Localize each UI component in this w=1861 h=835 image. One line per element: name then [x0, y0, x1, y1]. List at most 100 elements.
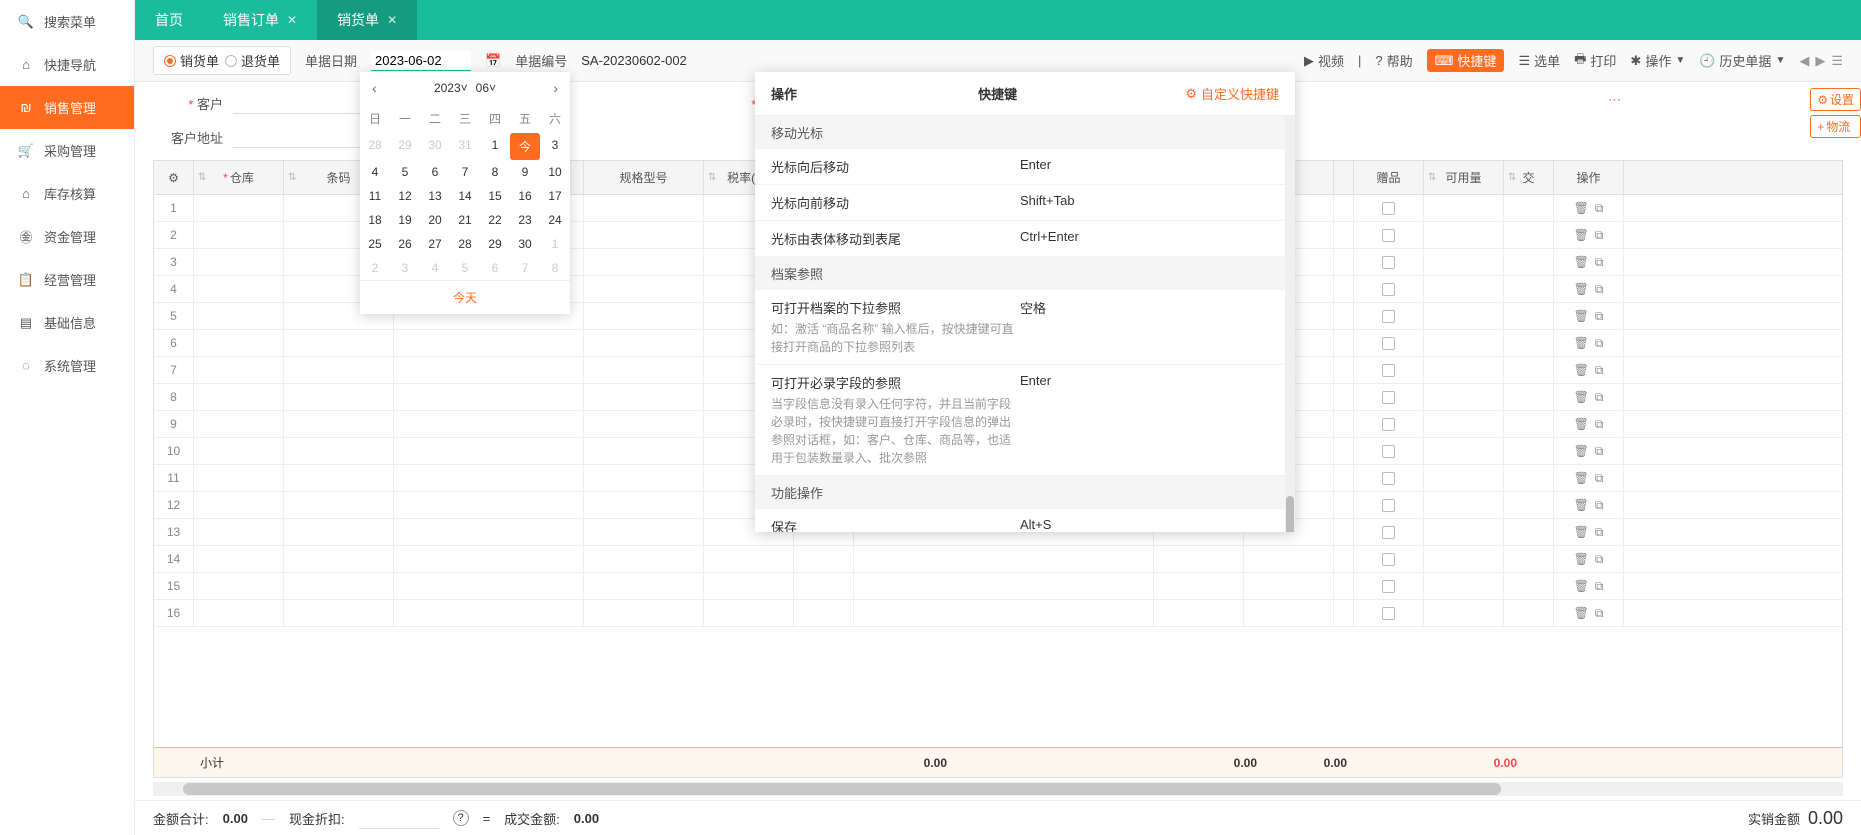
close-icon[interactable]: ✕: [287, 13, 297, 27]
copy-icon[interactable]: ⧉: [1595, 201, 1604, 216]
menu-icon[interactable]: ☰: [1831, 53, 1843, 69]
gift-checkbox[interactable]: [1382, 553, 1395, 566]
gift-checkbox[interactable]: [1382, 229, 1395, 242]
col-store[interactable]: ⇅*仓库: [194, 161, 284, 194]
delete-icon[interactable]: 🗑: [1574, 228, 1589, 242]
copy-icon[interactable]: ⧉: [1595, 444, 1604, 459]
date-input[interactable]: [371, 51, 471, 71]
cal-day[interactable]: 7: [510, 256, 540, 280]
cal-day[interactable]: 30: [510, 232, 540, 256]
copy-icon[interactable]: ⧉: [1595, 228, 1604, 243]
col-gear[interactable]: ⚙: [154, 161, 194, 194]
delete-icon[interactable]: 🗑: [1574, 498, 1589, 512]
gift-checkbox[interactable]: [1382, 418, 1395, 431]
cal-day[interactable]: 26: [390, 232, 420, 256]
cal-day[interactable]: 6: [480, 256, 510, 280]
delete-icon[interactable]: 🗑: [1574, 525, 1589, 539]
delete-icon[interactable]: 🗑: [1574, 552, 1589, 566]
cal-day[interactable]: 2: [360, 256, 390, 280]
col-deliv[interactable]: ⇅交: [1504, 161, 1554, 194]
cal-day[interactable]: 29: [390, 133, 420, 160]
cal-month-select[interactable]: 06˅: [476, 81, 496, 95]
cal-day[interactable]: 5: [450, 256, 480, 280]
cal-day[interactable]: 1: [540, 232, 570, 256]
cal-day[interactable]: 19: [390, 208, 420, 232]
delete-icon[interactable]: 🗑: [1574, 417, 1589, 431]
copy-icon[interactable]: ⧉: [1595, 255, 1604, 270]
cal-day[interactable]: 17: [540, 184, 570, 208]
cal-day[interactable]: 28: [450, 232, 480, 256]
sidebar-item-7[interactable]: ▤基础信息: [0, 301, 134, 344]
cal-day[interactable]: 18: [360, 208, 390, 232]
gift-checkbox[interactable]: [1382, 337, 1395, 350]
help-link[interactable]: ?帮助: [1375, 51, 1412, 70]
more-icon[interactable]: ⋯: [1608, 92, 1621, 108]
pick-button[interactable]: ☰选单: [1518, 51, 1560, 70]
cal-day[interactable]: 今: [510, 133, 540, 160]
cal-day[interactable]: 7: [450, 160, 480, 184]
calendar-icon[interactable]: 📅: [485, 53, 501, 69]
sidebar-item-0[interactable]: 🔍搜索菜单: [0, 0, 134, 43]
sidebar-item-8[interactable]: ◌系统管理: [0, 344, 134, 387]
cal-day[interactable]: 4: [420, 256, 450, 280]
cal-day[interactable]: 3: [390, 256, 420, 280]
delete-icon[interactable]: 🗑: [1574, 255, 1589, 269]
cal-day[interactable]: 31: [450, 133, 480, 160]
copy-icon[interactable]: ⧉: [1595, 552, 1604, 567]
delete-icon[interactable]: 🗑: [1574, 390, 1589, 404]
copy-icon[interactable]: ⧉: [1595, 525, 1604, 540]
discount-input[interactable]: [359, 807, 439, 829]
table-row[interactable]: 16 🗑⧉: [154, 600, 1842, 627]
tab-0[interactable]: 首页: [135, 0, 203, 40]
gift-checkbox[interactable]: [1382, 499, 1395, 512]
gift-checkbox[interactable]: [1382, 202, 1395, 215]
copy-icon[interactable]: ⧉: [1595, 471, 1604, 486]
cal-day[interactable]: 8: [480, 160, 510, 184]
col-avail[interactable]: ⇅可用量: [1424, 161, 1504, 194]
delete-icon[interactable]: 🗑: [1574, 201, 1589, 215]
close-icon[interactable]: ✕: [387, 13, 397, 27]
copy-icon[interactable]: ⧉: [1595, 336, 1604, 351]
table-row[interactable]: 15 🗑⧉: [154, 573, 1842, 600]
cal-day[interactable]: 3: [540, 133, 570, 160]
gift-checkbox[interactable]: [1382, 256, 1395, 269]
copy-icon[interactable]: ⧉: [1595, 579, 1604, 594]
logistics-button[interactable]: +物流: [1810, 115, 1861, 138]
cal-day[interactable]: 29: [480, 232, 510, 256]
cal-day[interactable]: 16: [510, 184, 540, 208]
sc-scrollbar[interactable]: [1285, 116, 1295, 532]
radio-sale[interactable]: 销货单: [164, 51, 219, 70]
gift-checkbox[interactable]: [1382, 472, 1395, 485]
cal-day[interactable]: 21: [450, 208, 480, 232]
help-icon[interactable]: ?: [453, 810, 469, 826]
gift-checkbox[interactable]: [1382, 526, 1395, 539]
scrollbar-thumb[interactable]: [1286, 496, 1294, 532]
col-gift[interactable]: 赠品: [1354, 161, 1424, 194]
delete-icon[interactable]: 🗑: [1574, 336, 1589, 350]
cal-day[interactable]: 4: [360, 160, 390, 184]
cal-day[interactable]: 12: [390, 184, 420, 208]
copy-icon[interactable]: ⧉: [1595, 606, 1604, 621]
settings-button[interactable]: ⚙设置: [1810, 88, 1861, 111]
copy-icon[interactable]: ⧉: [1595, 282, 1604, 297]
sidebar-item-2[interactable]: ₪销售管理: [0, 86, 134, 129]
shortcuts-button[interactable]: ⌨快捷键: [1427, 49, 1505, 72]
horizontal-scrollbar[interactable]: [153, 782, 1843, 796]
cal-day[interactable]: 27: [420, 232, 450, 256]
cal-day[interactable]: 22: [480, 208, 510, 232]
gift-checkbox[interactable]: [1382, 445, 1395, 458]
cal-day[interactable]: 8: [540, 256, 570, 280]
prev-icon[interactable]: ◀: [1799, 53, 1809, 69]
cal-next-icon[interactable]: ›: [553, 80, 558, 96]
cal-day[interactable]: 25: [360, 232, 390, 256]
video-link[interactable]: ▶视频: [1304, 51, 1344, 70]
table-row[interactable]: 14 🗑⧉: [154, 546, 1842, 573]
cal-today-button[interactable]: 今天: [360, 280, 570, 314]
delete-icon[interactable]: 🗑: [1574, 471, 1589, 485]
delete-icon[interactable]: 🗑: [1574, 444, 1589, 458]
delete-icon[interactable]: 🗑: [1574, 579, 1589, 593]
sidebar-item-6[interactable]: 📋经营管理: [0, 258, 134, 301]
delete-icon[interactable]: 🗑: [1574, 282, 1589, 296]
cal-day[interactable]: 10: [540, 160, 570, 184]
sidebar-item-5[interactable]: ㊎资金管理: [0, 215, 134, 258]
